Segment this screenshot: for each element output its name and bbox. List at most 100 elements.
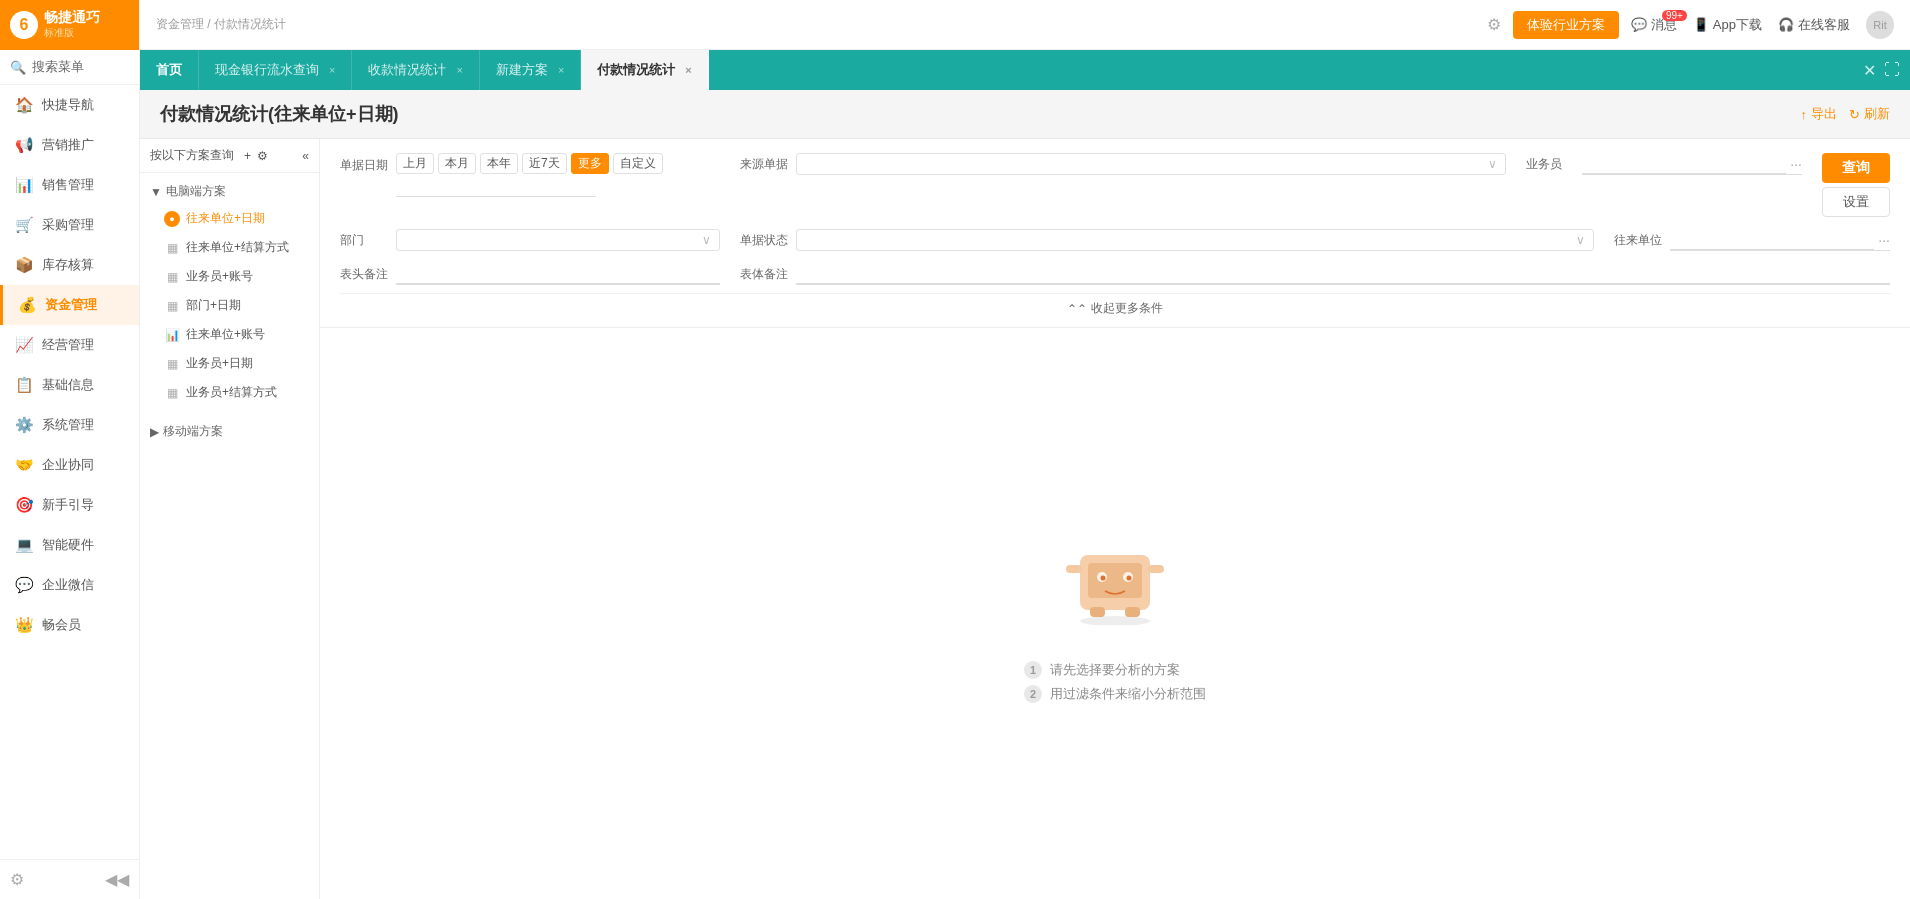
sidebar-item-sales[interactable]: 📊 销售管理 [0, 165, 139, 205]
dept-select[interactable]: ∨ [396, 229, 720, 251]
scheme-item-unit-date[interactable]: ● 往来单位+日期 [140, 204, 319, 233]
scheme-item-icon: ▦ [164, 385, 180, 401]
source-select[interactable]: ∨ [796, 153, 1506, 175]
date-btn-more[interactable]: 更多 [571, 153, 609, 174]
tab-close-icon[interactable]: × [685, 64, 691, 76]
sidebar-item-guide[interactable]: 🎯 新手引导 [0, 485, 139, 525]
svg-rect-1 [1088, 563, 1142, 598]
scheme-item-icon: ▦ [164, 298, 180, 314]
date-btn-this-year[interactable]: 本年 [480, 153, 518, 174]
message-action[interactable]: 💬 消息 99+ [1631, 16, 1677, 34]
svg-rect-6 [1090, 607, 1105, 617]
sidebar-item-system[interactable]: ⚙️ 系统管理 [0, 405, 139, 445]
scheme-item-unit-payment[interactable]: ▦ 往来单位+结算方式 [140, 233, 319, 262]
group-arrow-icon: ▶ [150, 425, 159, 439]
sidebar-item-enterprise[interactable]: 🤝 企业协同 [0, 445, 139, 485]
scheme-item-unit-account[interactable]: 📊 往来单位+账号 [140, 320, 319, 349]
sidebar-item-wechat[interactable]: 💬 企业微信 [0, 565, 139, 605]
date-btn-custom[interactable]: 自定义 [613, 153, 663, 174]
staff-label: 业务员 [1526, 156, 1574, 173]
sidebar: 6 畅捷通巧 标准版 🔍 搜索菜单 🏠 快捷导航 📢 营销推广 📊 销售管理 🛒… [0, 0, 140, 899]
tab-receipts[interactable]: 收款情况统计 × [352, 50, 479, 90]
status-label: 单据状态 [740, 232, 788, 249]
topbar-actions: 💬 消息 99+ 📱 App下载 🎧 在线客服 Rit [1631, 11, 1894, 39]
sidebar-item-quick-nav[interactable]: 🏠 快捷导航 [0, 85, 139, 125]
finance-icon: 💰 [17, 295, 37, 315]
operations-icon: 📈 [14, 335, 34, 355]
sidebar-item-purchase[interactable]: 🛒 采购管理 [0, 205, 139, 245]
topbar-settings-icon[interactable]: ⚙ [1487, 15, 1501, 34]
app-download-action[interactable]: 📱 App下载 [1693, 16, 1762, 34]
scheme-item-staff-date[interactable]: ▦ 业务员+日期 [140, 349, 319, 378]
sidebar-footer: ⚙ ◀◀ [0, 859, 139, 899]
tab-payment-stats[interactable]: 付款情况统计 × [581, 50, 708, 90]
scheme-item-staff-account[interactable]: ▦ 业务员+账号 [140, 262, 319, 291]
chevron-down-icon: ∨ [702, 233, 711, 247]
tab-close-all-icon[interactable]: ✕ [1863, 61, 1876, 80]
online-service-action[interactable]: 🎧 在线客服 [1778, 16, 1850, 34]
svg-rect-8 [1066, 565, 1082, 573]
date-btn-7days[interactable]: 近7天 [522, 153, 567, 174]
filter-row-3: 表头备注 表体备注 [340, 263, 1890, 285]
trial-btn[interactable]: 体验行业方案 [1513, 11, 1619, 39]
collapse-btn[interactable]: ⌃⌃ 收起更多条件 [1067, 300, 1163, 317]
tab-maximize-icon[interactable]: ⛶ [1884, 61, 1900, 79]
tab-cash-flow[interactable]: 现金银行流水查询 × [199, 50, 352, 90]
footer-collapse-icon[interactable]: ◀◀ [105, 870, 129, 889]
sidebar-item-marketing[interactable]: 📢 营销推广 [0, 125, 139, 165]
hardware-icon: 💻 [14, 535, 34, 555]
chevron-down-icon: ∨ [1576, 233, 1585, 247]
date-range-input[interactable]: 2022-01-01 至 2022-12-31 [396, 178, 596, 197]
sidebar-item-basic-info[interactable]: 📋 基础信息 [0, 365, 139, 405]
enterprise-icon: 🤝 [14, 455, 34, 475]
sidebar-item-inventory[interactable]: 📦 库存核算 [0, 245, 139, 285]
query-btn[interactable]: 查询 [1822, 153, 1890, 183]
app-download-label: App下载 [1713, 16, 1762, 34]
scheme-item-dept-date[interactable]: ▦ 部门+日期 [140, 291, 319, 320]
scheme-group-desktop: ▼ 电脑端方案 ● 往来单位+日期 ▦ 往来单位+结算方式 ▦ 业务员+账号 ▦ [140, 173, 319, 413]
export-btn[interactable]: ↑ 导出 [1801, 105, 1838, 123]
partner-dots-btn[interactable]: ··· [1878, 232, 1890, 248]
sidebar-item-label: 经营管理 [42, 336, 94, 354]
scheme-item-staff-payment[interactable]: ▦ 业务员+结算方式 [140, 378, 319, 407]
tab-home[interactable]: 首页 [140, 50, 199, 90]
scheme-add-btn[interactable]: + [244, 149, 251, 163]
message-badge: 99+ [1662, 10, 1687, 21]
scheme-settings-btn[interactable]: ⚙ [257, 149, 268, 163]
scheme-collapse-btn[interactable]: « [302, 149, 309, 163]
tab-new-scheme[interactable]: 新建方案 × [480, 50, 581, 90]
status-select[interactable]: ∨ [796, 229, 1594, 251]
sidebar-item-operations[interactable]: 📈 经营管理 [0, 325, 139, 365]
staff-input[interactable] [1582, 153, 1786, 174]
set-btn[interactable]: 设置 [1822, 187, 1890, 217]
sidebar-item-label: 销售管理 [42, 176, 94, 194]
table-body-label: 表体备注 [740, 266, 788, 283]
empty-tip-1: 1 请先选择要分析的方案 [1024, 661, 1206, 679]
scheme-group-mobile-title[interactable]: ▶ 移动端方案 [140, 419, 319, 444]
table-header-input[interactable] [396, 263, 720, 284]
scheme-group-mobile: ▶ 移动端方案 [140, 413, 319, 450]
tab-close-icon[interactable]: × [558, 64, 564, 76]
partner-input[interactable] [1670, 229, 1874, 250]
user-avatar[interactable]: Rit [1866, 11, 1894, 39]
staff-dots-btn[interactable]: ··· [1790, 156, 1802, 172]
service-icon: 🎧 [1778, 17, 1794, 32]
sidebar-item-hardware[interactable]: 💻 智能硬件 [0, 525, 139, 565]
empty-state: 1 请先选择要分析的方案 2 用过滤条件来缩小分析范围 [320, 328, 1910, 899]
app-logo-icon: 6 [10, 11, 38, 39]
search-menu[interactable]: 🔍 搜索菜单 [0, 50, 139, 85]
page-header-actions: ↑ 导出 ↻ 刷新 [1801, 105, 1891, 123]
table-body-input[interactable] [796, 263, 1890, 284]
refresh-btn[interactable]: ↻ 刷新 [1849, 105, 1890, 123]
date-btn-last-month[interactable]: 上月 [396, 153, 434, 174]
scheme-item-icon: ▦ [164, 269, 180, 285]
tab-close-icon[interactable]: × [329, 64, 335, 76]
sidebar-item-finance[interactable]: 💰 资金管理 [0, 285, 139, 325]
sidebar-item-member[interactable]: 👑 畅会员 [0, 605, 139, 645]
date-btn-this-month[interactable]: 本月 [438, 153, 476, 174]
scheme-group-desktop-title[interactable]: ▼ 电脑端方案 [140, 179, 319, 204]
footer-settings-icon[interactable]: ⚙ [10, 870, 24, 889]
tab-close-icon[interactable]: × [456, 64, 462, 76]
refresh-label: 刷新 [1864, 105, 1890, 123]
sidebar-item-label: 基础信息 [42, 376, 94, 394]
